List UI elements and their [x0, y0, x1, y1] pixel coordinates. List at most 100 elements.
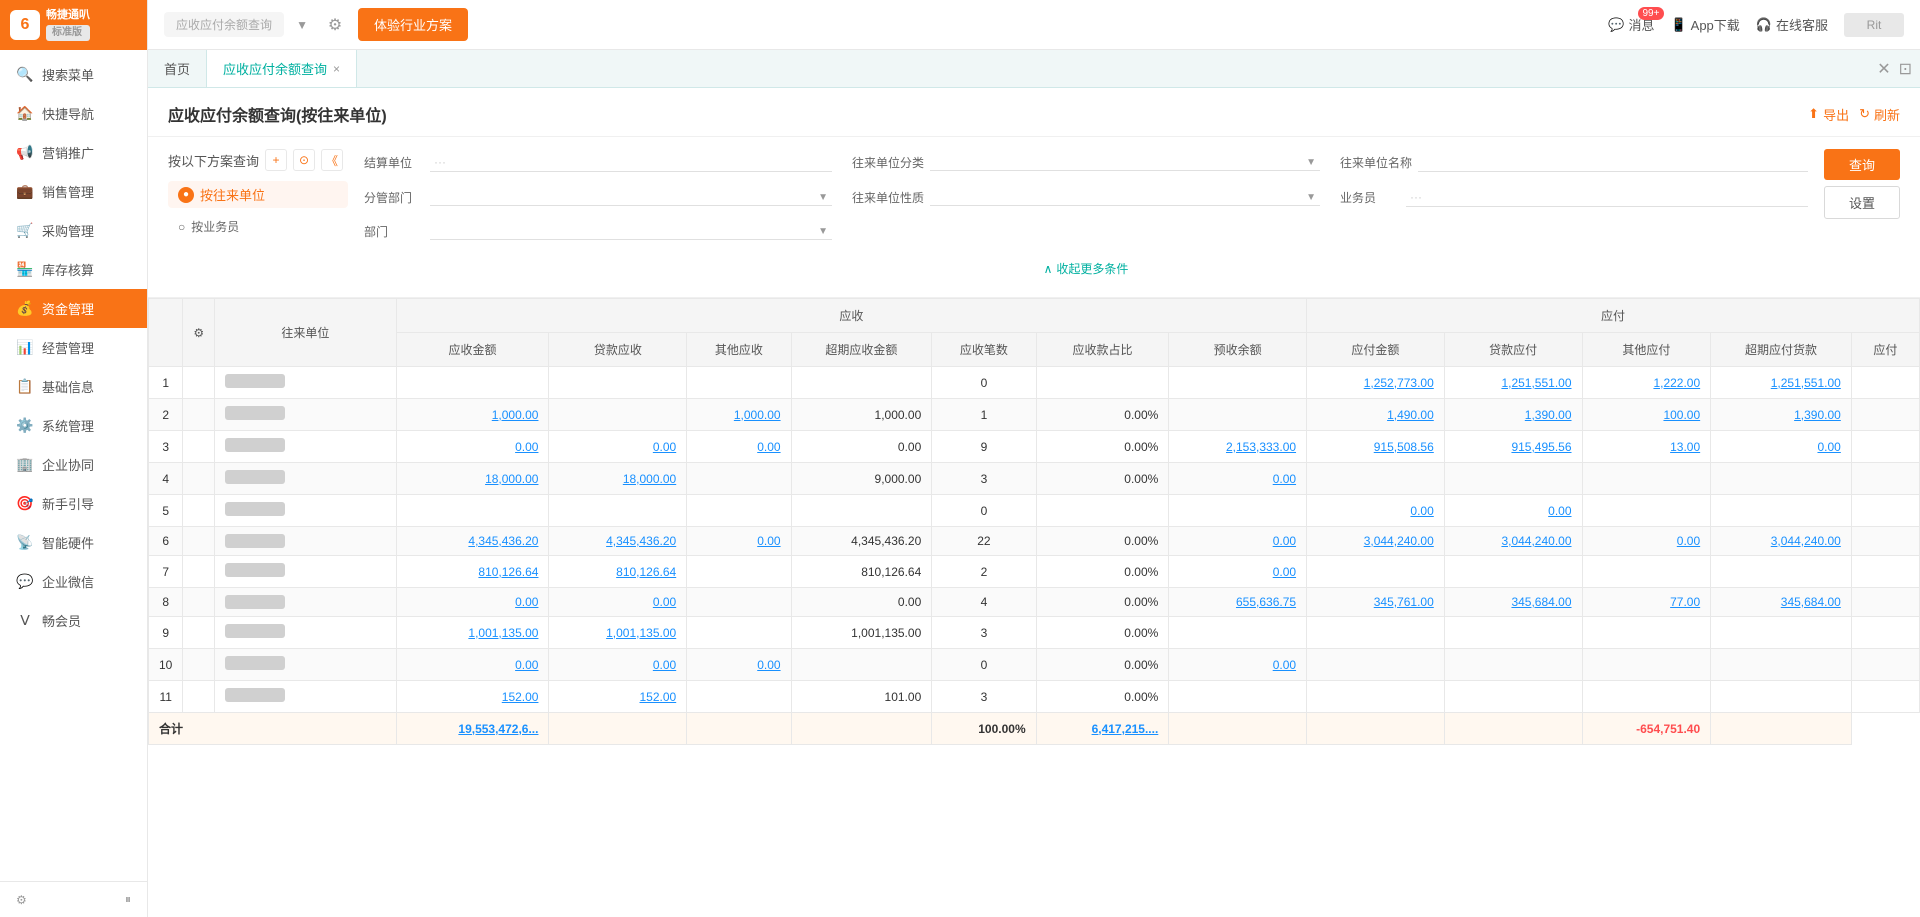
table-row: 5 00.000.00 — [149, 495, 1920, 527]
tabbar: 首页 应收应付余额查询 × ✕ ⊡ — [148, 50, 1920, 88]
sidebar: 6 畅捷通叭 标准版 🔍 搜索菜单 🏠 快捷导航 📢 营销推广 💼 销售管理 🛒… — [0, 0, 148, 917]
tab-close-btn[interactable]: × — [333, 62, 340, 76]
dept-select[interactable]: ▼ — [430, 224, 832, 240]
th-payable-col: 应付 — [1851, 333, 1919, 367]
user-avatar[interactable]: Rit — [1844, 13, 1904, 37]
sidebar-item-purchase[interactable]: 🛒 采购管理 — [0, 211, 147, 250]
topbar-left: 应收应付余额查询 ▼ ⚙ 体验行业方案 — [164, 8, 1596, 41]
service-icon: 🎧 — [1756, 17, 1772, 33]
refresh-button[interactable]: ↻ 刷新 — [1859, 105, 1900, 124]
topbar-right: 💬 消息 99+ 📱 App下载 🎧 在线客服 Rit — [1608, 13, 1904, 37]
table-row: 3 0.000.000.000.0090.00%2,153,333.00915,… — [149, 431, 1920, 463]
filter-scheme-panel: 按以下方案查询 + ⊙ 《 ● 按往来单位 ○ 按业务员 — [168, 149, 348, 239]
close-window-icon[interactable]: ✕ — [1877, 59, 1890, 79]
page-header: 应收应付余额查询(按往来单位) ⬆ 导出 ↻ 刷新 — [148, 88, 1920, 137]
footer-receivable-amount[interactable]: 19,553,472,6... — [396, 713, 549, 745]
scheme-salesperson[interactable]: ○ 按业务员 — [168, 214, 348, 239]
tabbar-controls: ✕ ⊡ — [1869, 59, 1920, 79]
table-row: 11 152.00152.00101.0030.00% — [149, 681, 1920, 713]
footer-receivable-ratio: 100.00% — [932, 713, 1036, 745]
sidebar-nav: 🔍 搜索菜单 🏠 快捷导航 📢 营销推广 💼 销售管理 🛒 采购管理 🏪 库存核… — [0, 50, 147, 881]
wechat-icon: 💬 — [16, 573, 34, 591]
page-content: 应收应付余额查询(按往来单位) ⬆ 导出 ↻ 刷新 按以下方案查询 — [148, 88, 1920, 917]
sidebar-item-sales[interactable]: 💼 销售管理 — [0, 172, 147, 211]
collapse-icon: ∧ — [1044, 262, 1053, 276]
sidebar-item-wechat[interactable]: 💬 企业微信 — [0, 562, 147, 601]
scheme-icon: ○ — [178, 220, 185, 234]
app-icon: 📱 — [1670, 17, 1686, 33]
table-footer: 合计 19,553,472,6... 100.00% 6,417,215....… — [149, 713, 1920, 745]
filter-partner-nature: 往来单位性质 ▼ — [852, 184, 1320, 211]
table-row: 10 0.000.000.0000.00%0.00 — [149, 649, 1920, 681]
sidebar-item-search[interactable]: 🔍 搜索菜单 — [0, 55, 147, 94]
th-partner: 往来单位 — [215, 299, 396, 367]
sidebar-item-marketing[interactable]: 📢 营销推广 — [0, 133, 147, 172]
query-button[interactable]: 查询 — [1824, 149, 1900, 180]
th-settings[interactable]: ⚙ — [183, 299, 215, 367]
partner-name-cell — [215, 556, 396, 588]
enterprise-icon: 🏢 — [16, 456, 34, 474]
collapse-filter-btn[interactable]: ∧ 收起更多条件 — [364, 252, 1808, 285]
maximize-icon[interactable]: ⊡ — [1899, 59, 1912, 79]
marketing-icon: 📢 — [16, 144, 34, 162]
pause-icon[interactable]: ⏸ — [125, 892, 131, 907]
sidebar-item-hardware[interactable]: 📡 智能硬件 — [0, 523, 147, 562]
partner-name-cell — [215, 649, 396, 681]
messages-badge[interactable]: 💬 消息 99+ — [1608, 15, 1654, 34]
filter-settlement-unit: 结算单位 ··· — [364, 149, 832, 176]
app-download-btn[interactable]: 📱 App下载 — [1670, 15, 1739, 34]
sidebar-item-member[interactable]: Ⅴ 畅会员 — [0, 601, 147, 640]
th-payable-group: 应付 — [1307, 299, 1920, 333]
scheme-partner[interactable]: ● 按往来单位 — [168, 181, 348, 208]
sidebar-item-guide[interactable]: 🎯 新手引导 — [0, 484, 147, 523]
finance-icon: 💰 — [16, 300, 34, 318]
message-icon: 💬 — [1608, 17, 1624, 33]
table-row: 1 01,252,773.001,251,551.001,222.001,251… — [149, 367, 1920, 399]
sidebar-logo: 6 畅捷通叭 标准版 — [0, 0, 147, 50]
filter-dept: 部门 ▼ — [364, 219, 832, 244]
sidebar-item-inventory[interactable]: 🏪 库存核算 — [0, 250, 147, 289]
scheme-active-icon: ● — [178, 187, 194, 203]
main-area: 应收应付余额查询 ▼ ⚙ 体验行业方案 💬 消息 99+ 📱 App下载 🎧 在… — [148, 0, 1920, 917]
inventory-icon: 🏪 — [16, 261, 34, 279]
sidebar-item-system[interactable]: ⚙️ 系统管理 — [0, 406, 147, 445]
edit-scheme-btn[interactable]: ⊙ — [293, 149, 315, 171]
filter-department: 分管部门 ▼ — [364, 184, 832, 211]
filter-actions: 查询 设置 — [1824, 149, 1900, 219]
chevron-down-icon3: ▼ — [1306, 192, 1316, 203]
partner-nature-select[interactable]: ▼ — [930, 190, 1320, 206]
collapse-scheme-btn[interactable]: 《 — [321, 149, 343, 171]
export-button[interactable]: ⬆ 导出 — [1808, 105, 1849, 124]
settings-gear-icon[interactable]: ⚙ — [320, 10, 350, 40]
purchase-icon: 🛒 — [16, 222, 34, 240]
footer-advance-balance[interactable]: 6,417,215.... — [1036, 713, 1169, 745]
tab-home[interactable]: 首页 — [148, 50, 207, 87]
settings-icon[interactable]: ⚙ — [16, 893, 27, 907]
sidebar-item-enterprise[interactable]: 🏢 企业协同 — [0, 445, 147, 484]
add-scheme-btn[interactable]: + — [265, 149, 287, 171]
tab-active[interactable]: 应收应付余额查询 × — [207, 50, 357, 87]
table-row: 9 1,001,135.001,001,135.001,001,135.0030… — [149, 617, 1920, 649]
chevron-down-icon2: ▼ — [818, 192, 828, 203]
department-select[interactable]: ▼ — [430, 190, 832, 206]
th-receivable-count: 应收笔数 — [932, 333, 1036, 367]
logo-icon: 6 — [10, 10, 40, 40]
sidebar-item-basic[interactable]: 📋 基础信息 — [0, 367, 147, 406]
online-service-btn[interactable]: 🎧 在线客服 — [1756, 15, 1828, 34]
partner-category-select[interactable]: ▼ — [930, 155, 1320, 171]
home-icon: 🏠 — [16, 105, 34, 123]
settings-button[interactable]: 设置 — [1824, 186, 1900, 219]
solution-button[interactable]: 体验行业方案 — [358, 8, 468, 41]
filter-salesperson: 业务员 ··· — [1340, 184, 1808, 211]
data-table: ⚙ 往来单位 应收 应付 应收金额 贷款应收 其他应收 超期应收金额 应收笔数 … — [148, 298, 1920, 745]
sidebar-item-quicknav[interactable]: 🏠 快捷导航 — [0, 94, 147, 133]
sidebar-item-operations[interactable]: 📊 经营管理 — [0, 328, 147, 367]
partner-name-cell — [215, 495, 396, 527]
dropdown-arrow-icon[interactable]: ▼ — [292, 15, 312, 35]
sidebar-item-finance[interactable]: 💰 资金管理 — [0, 289, 147, 328]
salesperson-input[interactable]: ··· — [1406, 188, 1808, 207]
settlement-unit-input[interactable]: ··· — [430, 153, 832, 172]
partner-name-cell: P — [215, 588, 396, 617]
partner-name-input[interactable] — [1418, 153, 1808, 172]
refresh-icon: ↻ — [1859, 106, 1870, 122]
